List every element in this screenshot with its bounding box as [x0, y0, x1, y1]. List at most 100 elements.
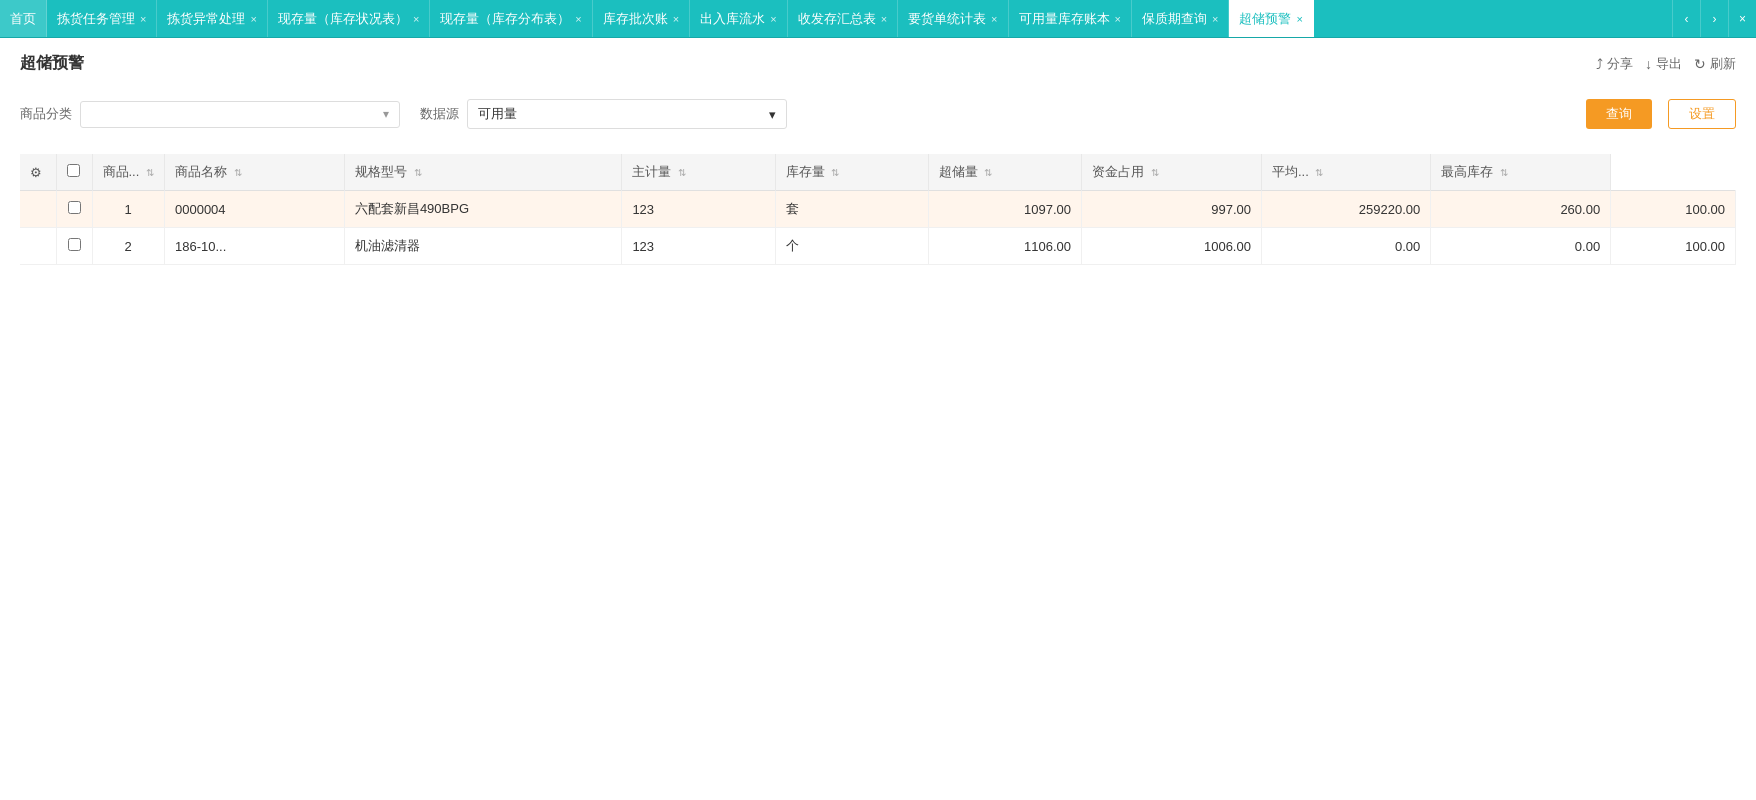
- row-checkbox[interactable]: [68, 238, 81, 251]
- row-capital: 0.00: [1261, 228, 1430, 265]
- nav-item-home[interactable]: 首页: [0, 0, 47, 38]
- close-icon[interactable]: ×: [250, 13, 256, 25]
- nav-item-stock-status[interactable]: 现存量（库存状况表） ×: [268, 0, 430, 38]
- page-content: 超储预警 ⤴ 分享 ↓ 导出 ↻ 刷新 商品分类 ▾ 数据源: [0, 38, 1756, 280]
- filter-row: 商品分类 ▾ 数据源 可用量 ▾ 查询 设置: [20, 89, 1736, 139]
- table-header-row: ⚙ 商品... ⇅ 商品名称 ⇅ 规格型号 ⇅ 主计量: [20, 154, 1736, 191]
- query-button[interactable]: 查询: [1586, 99, 1652, 129]
- sort-icon: ⇅: [146, 167, 154, 178]
- th-overstock[interactable]: 超储量 ⇅: [928, 154, 1081, 191]
- row-avg: 260.00: [1431, 191, 1611, 228]
- sort-icon: ⇅: [1151, 167, 1159, 178]
- sort-icon: ⇅: [234, 167, 242, 178]
- th-product-name[interactable]: 商品名称 ⇅: [164, 154, 344, 191]
- row-product-code: 186-10...: [164, 228, 344, 265]
- gear-icon: ⚙: [30, 165, 42, 180]
- nav-arrow-close[interactable]: ×: [1728, 0, 1756, 38]
- row-product-name: 六配套新昌490BPG: [344, 191, 622, 228]
- nav-item-flow[interactable]: 出入库流水 ×: [690, 0, 787, 38]
- table-row: 1 0000004 六配套新昌490BPG 123 套 1097.00 997.…: [20, 191, 1736, 228]
- row-overstock: 1006.00: [1082, 228, 1262, 265]
- row-stock: 1106.00: [928, 228, 1081, 265]
- nav-arrow-left[interactable]: ‹: [1672, 0, 1700, 38]
- sort-icon: ⇅: [984, 167, 992, 178]
- product-category-label: 商品分类: [20, 105, 72, 123]
- product-category-filter: 商品分类 ▾: [20, 101, 400, 128]
- chevron-down-icon: ▾: [383, 107, 389, 121]
- close-icon[interactable]: ×: [770, 13, 776, 25]
- sort-icon: ⇅: [831, 167, 839, 178]
- row-index: 2: [92, 228, 164, 265]
- row-product-code: 0000004: [164, 191, 344, 228]
- datasource-select[interactable]: 可用量 ▾: [467, 99, 787, 129]
- close-icon[interactable]: ×: [1296, 13, 1302, 25]
- nav-arrow-right[interactable]: ›: [1700, 0, 1728, 38]
- row-avg: 0.00: [1431, 228, 1611, 265]
- nav-item-summary[interactable]: 收发存汇总表 ×: [788, 0, 898, 38]
- nav-item-order-stat[interactable]: 要货单统计表 ×: [898, 0, 1008, 38]
- share-button[interactable]: ⤴ 分享: [1596, 55, 1633, 73]
- sort-icon: ⇅: [678, 167, 686, 178]
- nav-item-batch[interactable]: 库存批次账 ×: [593, 0, 690, 38]
- nav-item-task-mgmt[interactable]: 拣货任务管理 ×: [47, 0, 157, 38]
- sort-icon: ⇅: [414, 167, 422, 178]
- row-checkbox-cell[interactable]: [56, 191, 92, 228]
- close-icon[interactable]: ×: [413, 13, 419, 25]
- row-unit: 个: [775, 228, 928, 265]
- row-gear: [20, 228, 56, 265]
- export-button[interactable]: ↓ 导出: [1645, 55, 1682, 73]
- row-checkbox[interactable]: [68, 201, 81, 214]
- th-stock[interactable]: 库存量 ⇅: [775, 154, 928, 191]
- close-icon[interactable]: ×: [575, 13, 581, 25]
- nav-item-exception[interactable]: 拣货异常处理 ×: [157, 0, 267, 38]
- settings-button[interactable]: 设置: [1668, 99, 1736, 129]
- product-category-select[interactable]: ▾: [80, 101, 400, 128]
- close-icon[interactable]: ×: [673, 13, 679, 25]
- close-icon[interactable]: ×: [881, 13, 887, 25]
- close-icon[interactable]: ×: [1212, 13, 1218, 25]
- table-row: 2 186-10... 机油滤清器 123 个 1106.00 1006.00 …: [20, 228, 1736, 265]
- row-stock: 1097.00: [928, 191, 1081, 228]
- row-spec: 123: [622, 228, 775, 265]
- select-all-checkbox[interactable]: [67, 164, 80, 177]
- row-capital: 259220.00: [1261, 191, 1430, 228]
- th-product-code[interactable]: 商品... ⇅: [92, 154, 164, 191]
- page-title-bar: 超储预警 ⤴ 分享 ↓ 导出 ↻ 刷新: [20, 53, 1736, 74]
- close-icon[interactable]: ×: [140, 13, 146, 25]
- close-icon[interactable]: ×: [991, 13, 997, 25]
- nav-item-expiry[interactable]: 保质期查询 ×: [1132, 0, 1229, 38]
- datasource-label: 数据源: [420, 105, 459, 123]
- row-gear: [20, 191, 56, 228]
- top-navigation: 首页 拣货任务管理 × 拣货异常处理 × 现存量（库存状况表） × 现存量（库存…: [0, 0, 1756, 38]
- th-checkbox[interactable]: [56, 154, 92, 191]
- nav-item-stock-dist[interactable]: 现存量（库存分布表） ×: [430, 0, 592, 38]
- share-icon: ⤴: [1596, 56, 1603, 72]
- th-capital[interactable]: 资金占用 ⇅: [1082, 154, 1262, 191]
- th-avg[interactable]: 平均... ⇅: [1261, 154, 1430, 191]
- row-index: 1: [92, 191, 164, 228]
- page-title: 超储预警: [20, 53, 84, 74]
- refresh-button[interactable]: ↻ 刷新: [1694, 55, 1736, 73]
- th-unit[interactable]: 主计量 ⇅: [622, 154, 775, 191]
- th-max-stock[interactable]: 最高库存 ⇅: [1431, 154, 1611, 191]
- row-spec: 123: [622, 191, 775, 228]
- row-overstock: 997.00: [1082, 191, 1262, 228]
- row-max-stock: 100.00: [1611, 191, 1736, 228]
- row-checkbox-cell[interactable]: [56, 228, 92, 265]
- datasource-filter: 数据源 可用量 ▾: [420, 99, 787, 129]
- sort-icon: ⇅: [1500, 167, 1508, 178]
- close-icon[interactable]: ×: [1115, 13, 1121, 25]
- row-product-name: 机油滤清器: [344, 228, 622, 265]
- data-table: ⚙ 商品... ⇅ 商品名称 ⇅ 规格型号 ⇅ 主计量: [20, 154, 1736, 265]
- row-unit: 套: [775, 191, 928, 228]
- nav-item-overstock[interactable]: 超储预警 ×: [1229, 0, 1313, 38]
- row-max-stock: 100.00: [1611, 228, 1736, 265]
- sort-icon: ⇅: [1315, 167, 1323, 178]
- th-gear[interactable]: ⚙: [20, 154, 56, 191]
- nav-item-available[interactable]: 可用量库存账本 ×: [1009, 0, 1132, 38]
- export-icon: ↓: [1645, 56, 1652, 72]
- th-spec[interactable]: 规格型号 ⇅: [344, 154, 622, 191]
- title-actions: ⤴ 分享 ↓ 导出 ↻ 刷新: [1596, 55, 1736, 73]
- refresh-icon: ↻: [1694, 56, 1706, 72]
- nav-arrows: ‹ › ×: [1672, 0, 1756, 38]
